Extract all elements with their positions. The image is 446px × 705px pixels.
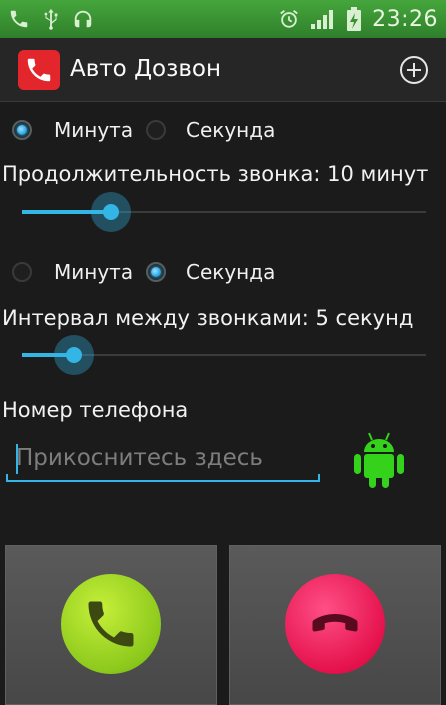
phone-icon	[8, 8, 30, 30]
interval-second-radio[interactable]	[146, 262, 166, 282]
interval-unit-group: Минута Секунда	[0, 254, 446, 290]
add-circle-icon[interactable]	[398, 54, 430, 86]
slider-thumb[interactable]	[91, 192, 131, 232]
duration-second-label[interactable]: Секунда	[186, 118, 275, 142]
slider-thumb[interactable]	[54, 335, 94, 375]
usb-icon	[42, 8, 60, 30]
status-time: 23:26	[372, 6, 438, 32]
alarm-icon	[278, 8, 300, 30]
duration-unit-group: Минута Секунда	[0, 112, 446, 148]
duration-minute-radio[interactable]	[12, 120, 32, 140]
interval-minute-radio[interactable]	[12, 262, 32, 282]
duration-minute-label[interactable]: Минута	[54, 118, 133, 142]
app-bar: Авто Дозвон	[0, 38, 446, 102]
text-caret	[16, 444, 18, 474]
duration-heading: Продолжительность звонка: 10 минут	[2, 162, 429, 186]
input-edge-right	[318, 474, 320, 482]
status-bar: 23:26	[0, 0, 446, 38]
headset-icon	[72, 8, 94, 30]
battery-charging-icon	[346, 7, 362, 31]
phone-label: Номер телефона	[2, 398, 189, 422]
call-circle	[61, 574, 161, 674]
android-contacts-icon[interactable]	[352, 428, 406, 490]
interval-minute-label[interactable]: Минута	[54, 260, 133, 284]
signal-icon	[310, 8, 336, 30]
app-title: Авто Дозвон	[70, 56, 222, 82]
phone-number-input[interactable]	[6, 436, 320, 482]
phone-handset-icon	[18, 50, 60, 90]
call-answer-icon	[88, 601, 134, 647]
input-edge-left	[6, 474, 8, 482]
hangup-button[interactable]	[229, 545, 441, 705]
interval-heading: Интервал между звонками: 5 секунд	[2, 306, 414, 330]
interval-slider[interactable]	[22, 335, 426, 375]
hangup-circle	[285, 574, 385, 674]
interval-second-label[interactable]: Секунда	[186, 260, 275, 284]
call-end-icon	[312, 614, 358, 632]
call-button[interactable]	[5, 545, 217, 705]
duration-slider[interactable]	[22, 192, 426, 232]
duration-second-radio[interactable]	[146, 120, 166, 140]
